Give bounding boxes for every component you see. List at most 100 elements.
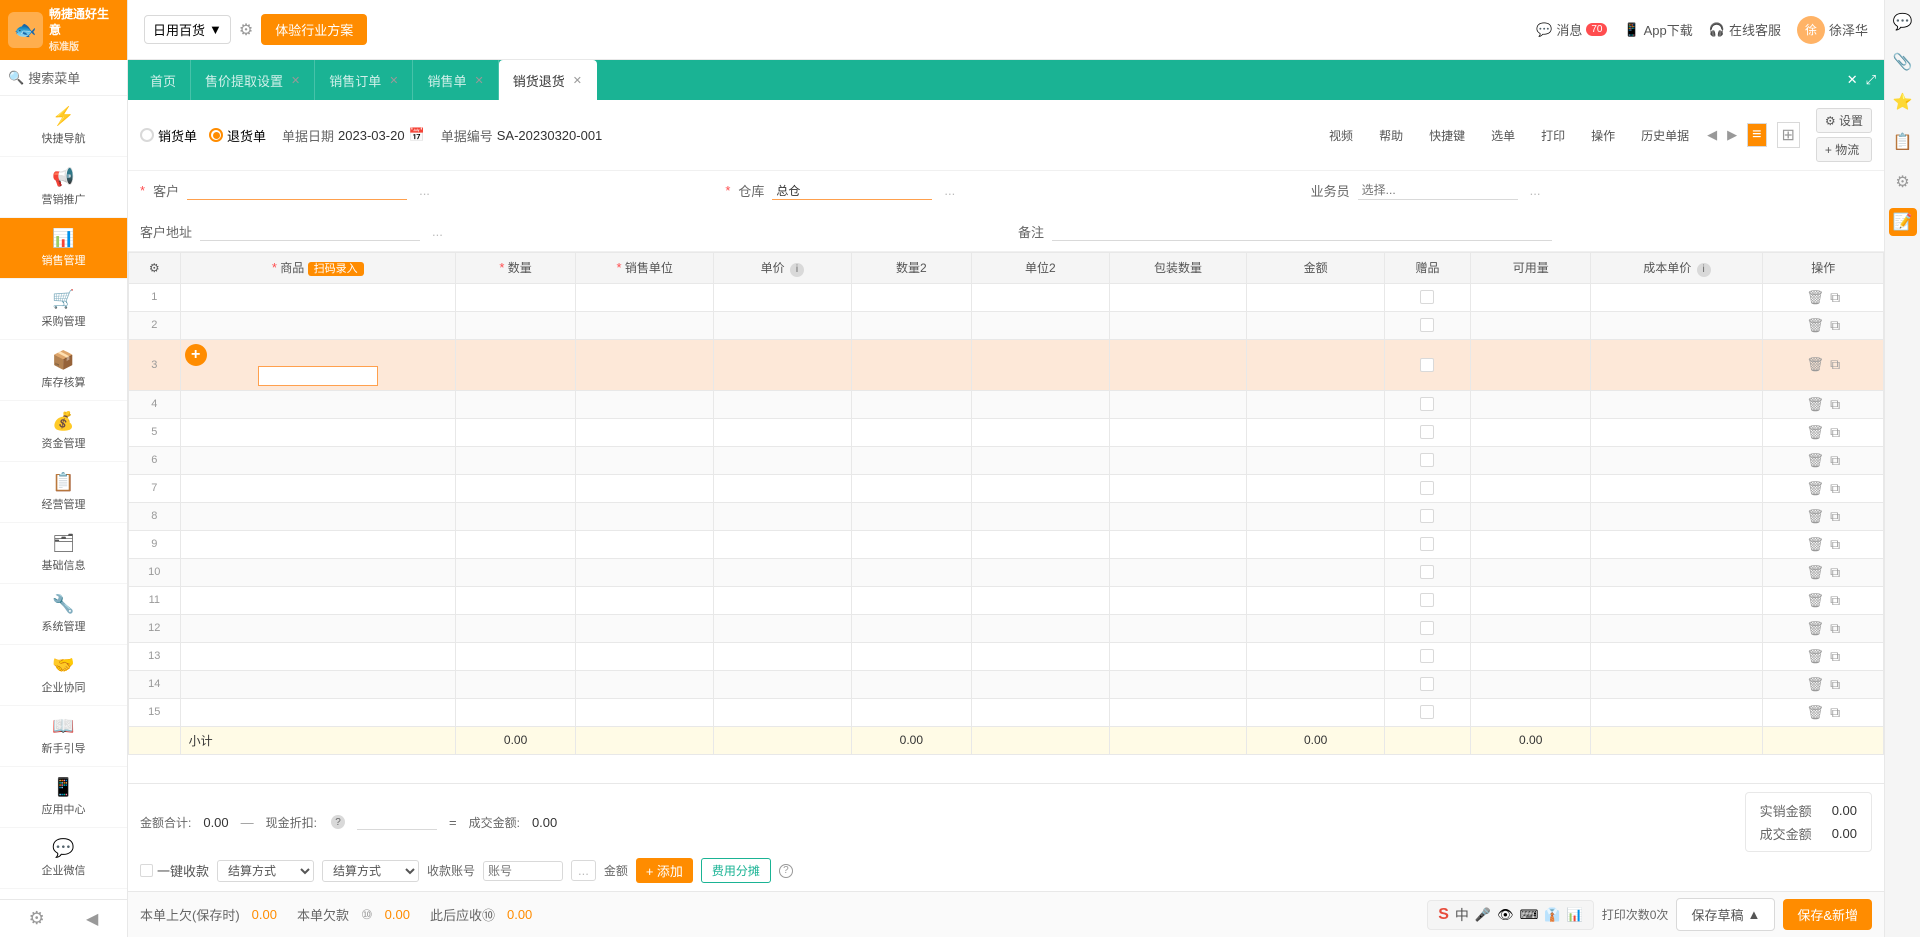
account-input[interactable] [483, 861, 563, 881]
row-unit2-8[interactable] [972, 502, 1110, 530]
tab-order[interactable]: 销售订单 ✕ [315, 60, 413, 100]
row-cost-2[interactable] [1591, 311, 1763, 339]
sidebar-item-operation[interactable]: 📋 经营管理 [0, 462, 127, 523]
tab-sale[interactable]: 销售单 ✕ [413, 60, 498, 100]
row-pkg-3[interactable] [1109, 339, 1247, 390]
row-qty-10[interactable] [455, 558, 575, 586]
copy-icon-10[interactable]: ⧉ [1830, 564, 1840, 581]
save-draft-btn[interactable]: 保存草稿 ▲ [1676, 898, 1775, 931]
row-pkg-4[interactable] [1109, 390, 1247, 418]
row-product-9[interactable] [180, 530, 455, 558]
salesman-dots[interactable]: ... [1530, 183, 1541, 198]
row-pkg-9[interactable] [1109, 530, 1247, 558]
tab-return-close[interactable]: ✕ [573, 74, 582, 87]
row-amount-8[interactable] [1247, 502, 1385, 530]
row-product-12[interactable] [180, 614, 455, 642]
row-gift-4[interactable] [1384, 390, 1470, 418]
gift-checkbox-11[interactable] [1420, 593, 1434, 607]
history-btn[interactable]: 历史单据 [1633, 124, 1697, 147]
row-avail-8[interactable] [1470, 502, 1590, 530]
row-qty-15[interactable] [455, 698, 575, 726]
row-price-9[interactable] [713, 530, 851, 558]
row-avail-3[interactable] [1470, 339, 1590, 390]
copy-icon-6[interactable]: ⧉ [1830, 452, 1840, 469]
row-qty2-8[interactable] [851, 502, 971, 530]
sidebar-item-base[interactable]: 🗂 基础信息 [0, 523, 127, 584]
row-qty2-10[interactable] [851, 558, 971, 586]
row-product-10[interactable] [180, 558, 455, 586]
sidebar-item-guide[interactable]: 📖 新手引导 [0, 706, 127, 767]
row-cost-1[interactable] [1591, 283, 1763, 311]
row-avail-10[interactable] [1470, 558, 1590, 586]
row-pkg-6[interactable] [1109, 446, 1247, 474]
sidebar-search[interactable]: 🔍 搜索菜单 [0, 60, 127, 96]
row-qty2-13[interactable] [851, 642, 971, 670]
row-gift-5[interactable] [1384, 418, 1470, 446]
print-btn[interactable]: 打印 [1533, 124, 1573, 147]
cost-info-icon[interactable]: i [1697, 263, 1711, 277]
tab-return[interactable]: 销货退货 ✕ [499, 60, 597, 100]
row-qty2-15[interactable] [851, 698, 971, 726]
copy-icon-1[interactable]: ⧉ [1830, 289, 1840, 306]
add-payment-btn[interactable]: + 添加 [636, 858, 693, 883]
copy-icon-5[interactable]: ⧉ [1830, 424, 1840, 441]
row-unit-7[interactable] [576, 474, 714, 502]
copy-icon-13[interactable]: ⧉ [1830, 648, 1840, 665]
row-price-3[interactable] [713, 339, 851, 390]
account-dots-btn[interactable]: ... [571, 860, 596, 881]
row-amount-3[interactable] [1247, 339, 1385, 390]
tab-price[interactable]: 售价提取设置 ✕ [191, 60, 315, 100]
view-grid-icon[interactable]: ⊞ [1777, 122, 1800, 148]
row-cost-8[interactable] [1591, 502, 1763, 530]
delete-icon-1[interactable]: 🗑 [1806, 289, 1824, 306]
row-amount-7[interactable] [1247, 474, 1385, 502]
row-gift-14[interactable] [1384, 670, 1470, 698]
row-unit2-5[interactable] [972, 418, 1110, 446]
service-btn[interactable]: 🎧 在线客服 [1709, 20, 1781, 39]
row-gift-11[interactable] [1384, 586, 1470, 614]
delete-icon-8[interactable]: 🗑 [1806, 508, 1824, 525]
gift-checkbox-12[interactable] [1420, 621, 1434, 635]
warehouse-input[interactable] [772, 181, 932, 200]
row-qty-4[interactable] [455, 390, 575, 418]
settings-icon[interactable]: ⚙ [29, 908, 45, 929]
row-qty-9[interactable] [455, 530, 575, 558]
delete-icon-7[interactable]: 🗑 [1806, 480, 1824, 497]
row-unit2-10[interactable] [972, 558, 1110, 586]
delete-icon-6[interactable]: 🗑 [1806, 452, 1824, 469]
gift-checkbox-13[interactable] [1420, 649, 1434, 663]
row-amount-13[interactable] [1247, 642, 1385, 670]
row-avail-14[interactable] [1470, 670, 1590, 698]
note-input[interactable] [1052, 222, 1552, 241]
row-qty2-6[interactable] [851, 446, 971, 474]
row-pkg-11[interactable] [1109, 586, 1247, 614]
row-price-15[interactable] [713, 698, 851, 726]
row-avail-5[interactable] [1470, 418, 1590, 446]
row-unit2-1[interactable] [972, 283, 1110, 311]
row-qty2-7[interactable] [851, 474, 971, 502]
row-pkg-8[interactable] [1109, 502, 1247, 530]
row-product-15[interactable] [180, 698, 455, 726]
row-price-8[interactable] [713, 502, 851, 530]
row-unit2-14[interactable] [972, 670, 1110, 698]
row-price-10[interactable] [713, 558, 851, 586]
row-price-4[interactable] [713, 390, 851, 418]
copy-icon-8[interactable]: ⧉ [1830, 508, 1840, 525]
row-amount-6[interactable] [1247, 446, 1385, 474]
row-gift-7[interactable] [1384, 474, 1470, 502]
delete-icon-14[interactable]: 🗑 [1806, 676, 1824, 693]
row-unit2-3[interactable] [972, 339, 1110, 390]
row-qty-6[interactable] [455, 446, 575, 474]
sidebar-item-coop[interactable]: 🤝 企业协同 [0, 645, 127, 706]
row-pkg-13[interactable] [1109, 642, 1247, 670]
customer-dots[interactable]: ... [419, 183, 430, 198]
row-unit-13[interactable] [576, 642, 714, 670]
row-amount-12[interactable] [1247, 614, 1385, 642]
rp-icon-6[interactable]: 📝 [1889, 208, 1917, 236]
row-qty-8[interactable] [455, 502, 575, 530]
sidebar-item-finance[interactable]: 💰 资金管理 [0, 401, 127, 462]
row-cost-6[interactable] [1591, 446, 1763, 474]
row-amount-14[interactable] [1247, 670, 1385, 698]
row-avail-15[interactable] [1470, 698, 1590, 726]
row-product-14[interactable] [180, 670, 455, 698]
